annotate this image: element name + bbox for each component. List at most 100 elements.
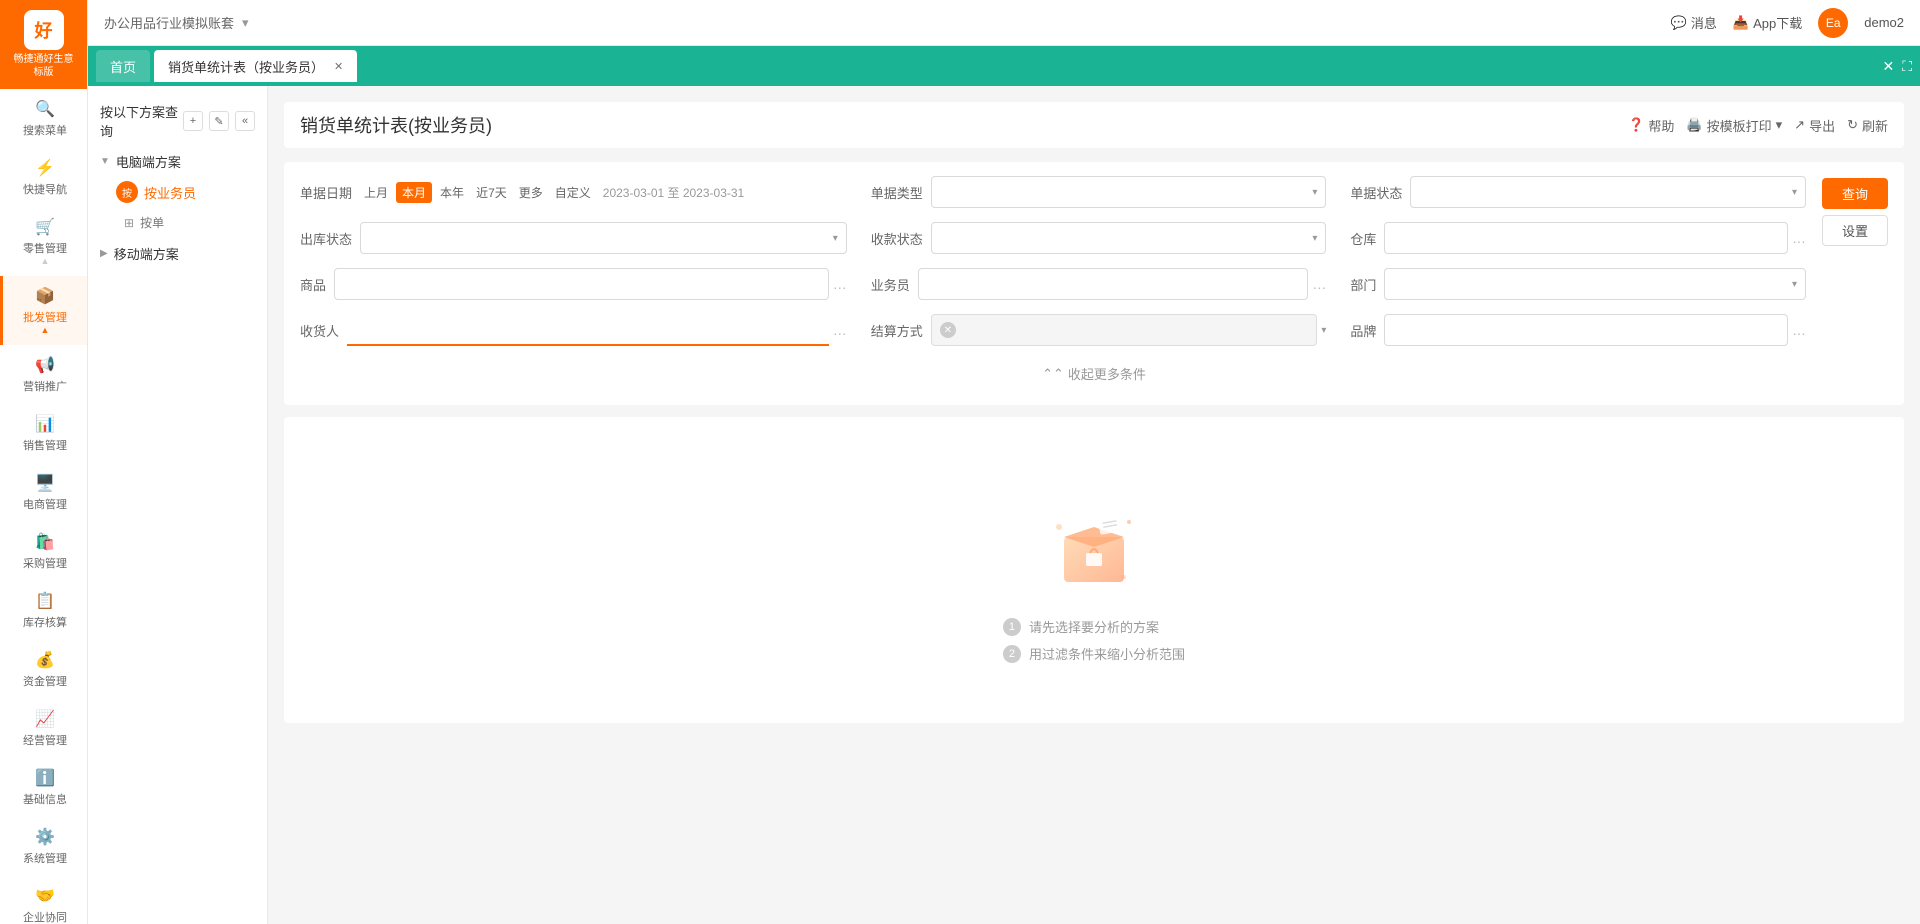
sidebar-item-marketing[interactable]: 📢 营销推广 [0, 345, 87, 404]
sidebar-item-enterprise[interactable]: 🤝 企业协同 [0, 876, 87, 924]
finance-icon: 💰 [35, 650, 55, 670]
sidebar-item-shortcut[interactable]: ⚡ 快捷导航 [0, 148, 87, 207]
retail-icon: 🛒 [35, 217, 55, 237]
sidebar-item-finance[interactable]: 💰 资金管理 [0, 640, 87, 699]
pay-status-select[interactable]: ▾ [931, 222, 1327, 254]
marketing-icon: 📢 [35, 355, 55, 375]
sidebar-item-purchase[interactable]: 🛍️ 采购管理 [0, 522, 87, 581]
sidebar-item-operations-label: 经营管理 [23, 732, 67, 748]
goods-dots[interactable]: … [833, 276, 847, 292]
sidebar-item-system-label: 系统管理 [23, 850, 67, 866]
sidebar-item-wholesale[interactable]: 📦 批发管理 ▲ [0, 276, 87, 345]
enterprise-icon: 🤝 [35, 886, 55, 906]
app-download-label: App下载 [1753, 13, 1802, 32]
app-download-button[interactable]: 📥 App下载 [1733, 13, 1802, 32]
tab-sales-stat[interactable]: 销货单统计表（按业务员） ✕ [154, 50, 357, 82]
username-label: demo2 [1864, 15, 1904, 30]
warehouse-dots[interactable]: … [1792, 230, 1806, 246]
date-range-text: 2023-03-01 至 2023-03-31 [603, 184, 744, 201]
filter-department-item: 部门 ▾ [1350, 268, 1806, 300]
sidebar-item-search[interactable]: 🔍 搜索菜单 [0, 89, 87, 148]
goods-input[interactable] [334, 268, 829, 300]
settlement-arrow: ▾ [1321, 325, 1326, 336]
left-panel: 按以下方案查询 + ✎ « ▼ 电脑端方案 [88, 86, 268, 924]
salesperson-input[interactable] [918, 268, 1309, 300]
print-arrow: ▾ [1776, 117, 1783, 133]
consignee-input[interactable] [347, 314, 829, 346]
help-button[interactable]: ❓ 帮助 [1628, 116, 1674, 135]
brand-dots[interactable]: … [1792, 322, 1806, 338]
refresh-button[interactable]: ↻ 刷新 [1847, 116, 1888, 135]
collapse-label: 收起更多条件 [1068, 364, 1146, 383]
messages-button[interactable]: 💬 消息 [1671, 13, 1717, 32]
empty-illustration [1044, 497, 1144, 597]
logo-text: 畅捷通好生意标版 [14, 53, 74, 79]
filter-pay-status-item: 收款状态 ▾ [871, 222, 1327, 254]
empty-tip-2: 2 用过滤条件来缩小分析范围 [1003, 644, 1185, 663]
settlement-label: 结算方式 [871, 321, 923, 340]
date-tab-custom[interactable]: 自定义 [551, 182, 595, 203]
tip-num-1: 1 [1003, 618, 1021, 636]
warehouse-label: 仓库 [1350, 229, 1376, 248]
query-button[interactable]: 查询 [1822, 178, 1888, 209]
doc-type-select[interactable]: ▾ [931, 176, 1327, 208]
pay-status-arrow: ▾ [1312, 233, 1317, 244]
topbar-title: 办公用品行业模拟账套 [104, 13, 234, 32]
content-area: 按以下方案查询 + ✎ « ▼ 电脑端方案 [88, 86, 1920, 924]
sidebar-item-sales[interactable]: 📊 销售管理 [0, 404, 87, 463]
date-tab-last-month[interactable]: 上月 [360, 182, 392, 203]
edit-scheme-button[interactable]: ✎ [209, 111, 229, 131]
sidebar-item-system[interactable]: ⚙️ 系统管理 [0, 817, 87, 876]
collapse-panel-button[interactable]: « [235, 111, 255, 131]
logo[interactable]: 好 畅捷通好生意标版 [0, 0, 87, 89]
topbar-dropdown-icon[interactable]: ▾ [242, 15, 249, 31]
tab-maximize-icon[interactable]: ⛶ [1902, 58, 1912, 75]
message-icon: 💬 [1671, 15, 1687, 31]
sidebar-item-operations[interactable]: 📈 经营管理 [0, 699, 87, 758]
export-button[interactable]: ↗ 导出 [1794, 116, 1835, 135]
tab-close-all-icon[interactable]: ✕ [1882, 58, 1894, 75]
page-title: 销货单统计表(按业务员) [300, 112, 492, 138]
scheme-salesperson-label: 按业务员 [144, 183, 196, 202]
user-avatar[interactable]: Ea [1818, 8, 1848, 38]
tab-home[interactable]: 首页 [96, 50, 150, 82]
brand-label: 品牌 [1350, 321, 1376, 340]
date-tab-more[interactable]: 更多 [515, 182, 547, 203]
scheme-sub-order-label: 按单 [140, 214, 164, 231]
page-actions: ❓ 帮助 🖨️ 按模板打印 ▾ ↗ 导出 ↻ 刷新 [1628, 116, 1888, 135]
out-status-select[interactable]: ▾ [360, 222, 847, 254]
sidebar-item-inventory[interactable]: 📋 库存核算 [0, 581, 87, 640]
scheme-sub-item-by-order[interactable]: ⊞ 按单 [88, 209, 267, 236]
sidebar-item-retail[interactable]: 🛒 零售管理 ▲ [0, 207, 87, 276]
settings-button[interactable]: 设置 [1822, 215, 1888, 246]
edit-icon: ✎ [214, 115, 223, 128]
date-tab-7days[interactable]: 近7天 [472, 182, 511, 203]
search-nav-icon: 🔍 [35, 99, 55, 119]
sidebar-item-ecommerce[interactable]: 🖥️ 电商管理 [0, 463, 87, 522]
salesperson-dots[interactable]: … [1312, 276, 1326, 292]
filter-brand-item: 品牌 … [1350, 314, 1806, 346]
department-select[interactable]: ▾ [1384, 268, 1806, 300]
tab-close-icon[interactable]: ✕ [334, 60, 343, 73]
template-print-button[interactable]: 🖨️ 按模板打印 ▾ [1686, 116, 1782, 135]
sidebar-item-purchase-label: 采购管理 [23, 555, 67, 571]
warehouse-input[interactable] [1384, 222, 1788, 254]
add-scheme-button[interactable]: + [183, 111, 203, 131]
settlement-tag-close[interactable]: ✕ [940, 322, 956, 338]
date-tab-this-year[interactable]: 本年 [436, 182, 468, 203]
date-tab-this-month[interactable]: 本月 [396, 182, 432, 203]
scheme-item-by-salesperson[interactable]: 按 按业务员 [88, 175, 267, 209]
brand-input[interactable] [1384, 314, 1788, 346]
filter-salesperson-item: 业务员 … [871, 268, 1327, 300]
sales-icon: 📊 [35, 414, 55, 434]
sidebar-item-marketing-label: 营销推广 [23, 378, 67, 394]
consignee-dots[interactable]: … [833, 322, 847, 338]
scheme-group-mobile[interactable]: ▶ 移动端方案 [88, 240, 267, 267]
scheme-group-pc-header[interactable]: ▼ 电脑端方案 [88, 148, 267, 175]
tip-text-2: 用过滤条件来缩小分析范围 [1029, 644, 1185, 663]
doc-status-select[interactable]: ▾ [1410, 176, 1806, 208]
collapse-more-button[interactable]: ⌃⌃ 收起更多条件 [1042, 364, 1146, 383]
sidebar-item-basic[interactable]: ℹ️ 基础信息 [0, 758, 87, 817]
filter-goods-item: 商品 … [300, 268, 847, 300]
salesperson-label: 业务员 [871, 275, 910, 294]
